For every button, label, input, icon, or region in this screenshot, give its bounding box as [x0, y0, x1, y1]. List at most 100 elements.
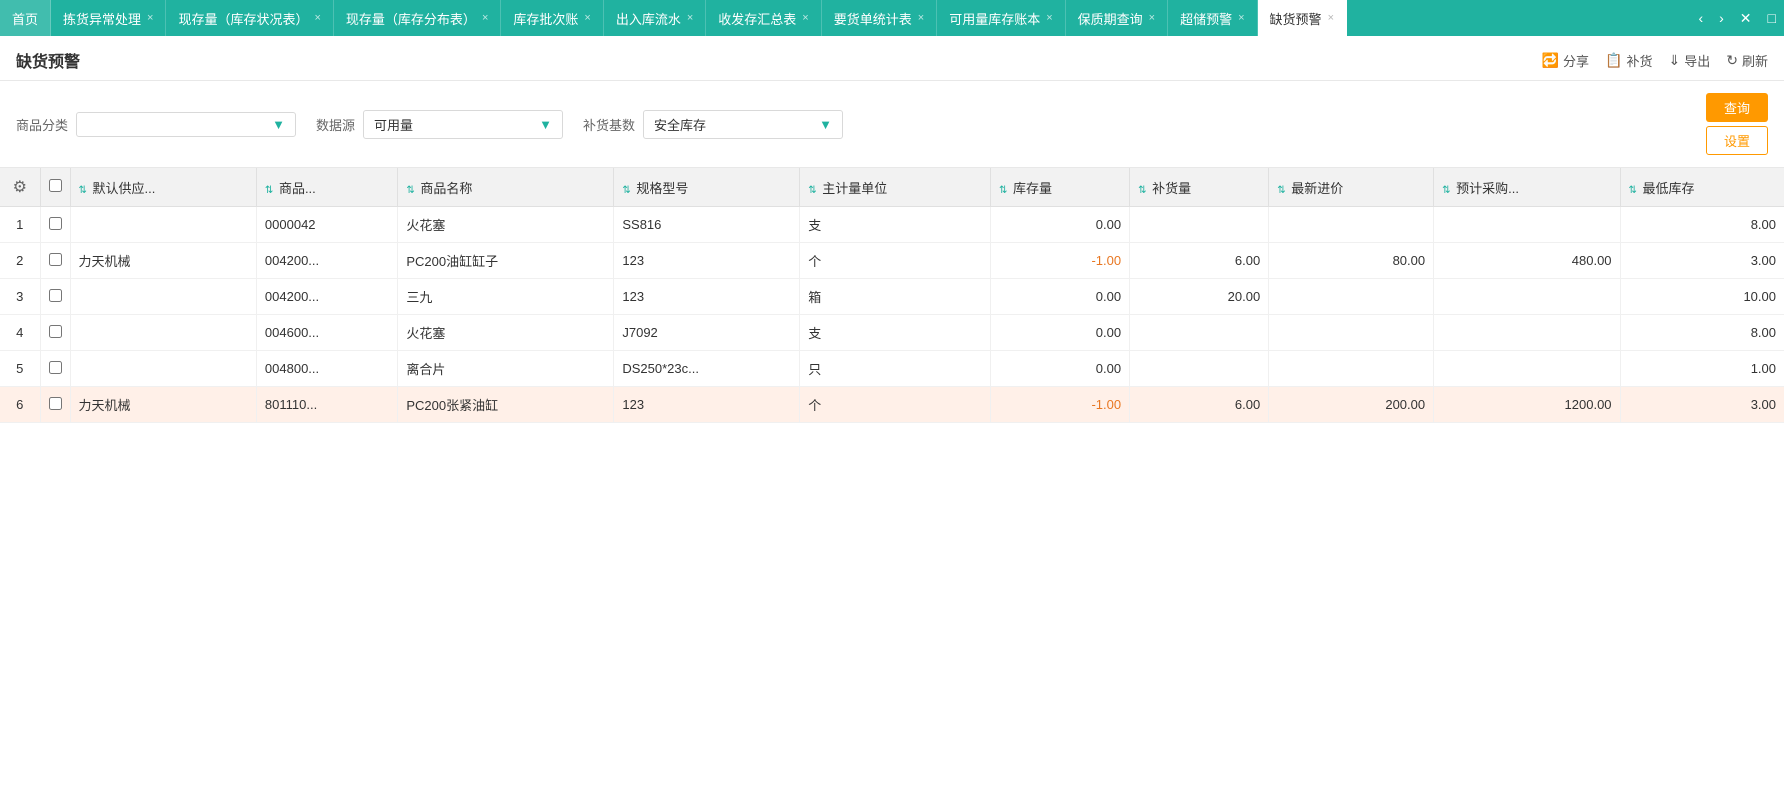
- close-tab-stock-status[interactable]: ×: [314, 12, 320, 24]
- row-min-stock: 3.00: [1620, 243, 1784, 279]
- header-actions: 🔁 分享 📋 补货 ⇓ 导出 ↻ 刷新: [1542, 51, 1768, 70]
- tab-scroll-right[interactable]: ›: [1711, 10, 1732, 26]
- row-index: 2: [0, 243, 40, 279]
- row-checkbox[interactable]: [49, 361, 62, 374]
- row-latest-price: [1269, 279, 1434, 315]
- row-checkbox-cell[interactable]: [40, 207, 70, 243]
- row-latest-price: [1269, 315, 1434, 351]
- row-checkbox-cell[interactable]: [40, 315, 70, 351]
- row-est-purchase: [1434, 279, 1620, 315]
- th-supplier[interactable]: ⇅ 默认供应...: [70, 168, 256, 207]
- close-tab-summary[interactable]: ×: [802, 12, 808, 24]
- tab-available[interactable]: 可用量库存账本 ×: [937, 0, 1065, 36]
- row-checkbox-cell[interactable]: [40, 279, 70, 315]
- tab-batch[interactable]: 库存批次账 ×: [501, 0, 603, 36]
- tab-bar: 首页 拣货异常处理 × 现存量（库存状况表） × 现存量（库存分布表） × 库存…: [0, 0, 1784, 36]
- row-checkbox-cell[interactable]: [40, 387, 70, 423]
- row-checkbox-cell[interactable]: [40, 243, 70, 279]
- th-code[interactable]: ⇅ 商品...: [256, 168, 397, 207]
- tab-home[interactable]: 首页: [0, 0, 51, 36]
- tab-shortage[interactable]: 缺货预警 ×: [1258, 0, 1347, 36]
- th-unit[interactable]: ⇅ 主计量单位: [800, 168, 991, 207]
- data-table: ⚙ ⇅ 默认供应... ⇅ 商品... ⇅ 商品名称: [0, 168, 1784, 423]
- select-all-checkbox[interactable]: [49, 179, 62, 192]
- row-latest-price: [1269, 351, 1434, 387]
- row-stock: 0.00: [991, 279, 1130, 315]
- share-icon: 🔁: [1542, 52, 1559, 69]
- row-unit: 支: [800, 207, 991, 243]
- query-button[interactable]: 查询: [1706, 93, 1768, 122]
- row-est-purchase: [1434, 351, 1620, 387]
- tab-flow[interactable]: 出入库流水 ×: [604, 0, 706, 36]
- th-min-stock[interactable]: ⇅ 最低库存: [1620, 168, 1784, 207]
- row-name: PC200张紧油缸: [398, 387, 614, 423]
- settings-button[interactable]: 设置: [1706, 126, 1768, 155]
- page-content: 缺货预警 🔁 分享 📋 补货 ⇓ 导出 ↻ 刷新 商品分类: [0, 36, 1784, 796]
- tab-summary[interactable]: 收发存汇总表 ×: [706, 0, 821, 36]
- row-checkbox[interactable]: [49, 325, 62, 338]
- category-filter-group: 商品分类 ▼: [16, 112, 296, 137]
- tab-stock-dist[interactable]: 现存量（库存分布表） ×: [334, 0, 501, 36]
- tab-expiry[interactable]: 保质期查询 ×: [1066, 0, 1168, 36]
- row-checkbox[interactable]: [49, 253, 62, 266]
- th-spec[interactable]: ⇅ 规格型号: [614, 168, 800, 207]
- th-est-purchase[interactable]: ⇅ 预计采购...: [1434, 168, 1620, 207]
- row-checkbox-cell[interactable]: [40, 351, 70, 387]
- tab-overstock[interactable]: 超储预警 ×: [1168, 0, 1257, 36]
- row-latest-price: 80.00: [1269, 243, 1434, 279]
- tab-maximize[interactable]: □: [1760, 10, 1784, 26]
- datasource-select[interactable]: 可用量 ▼: [363, 110, 563, 139]
- th-replenish[interactable]: ⇅ 补货量: [1130, 168, 1269, 207]
- tab-scroll-left[interactable]: ‹: [1690, 10, 1711, 26]
- export-button[interactable]: ⇓ 导出: [1669, 51, 1711, 70]
- table-header-row: ⚙ ⇅ 默认供应... ⇅ 商品... ⇅ 商品名称: [0, 168, 1784, 207]
- row-checkbox[interactable]: [49, 217, 62, 230]
- th-name[interactable]: ⇅ 商品名称: [398, 168, 614, 207]
- replenish-base-select[interactable]: 安全库存 ▼: [643, 110, 843, 139]
- est-purchase-sort-icon: ⇅: [1442, 185, 1450, 196]
- row-stock: 0.00: [991, 315, 1130, 351]
- th-checkbox[interactable]: [40, 168, 70, 207]
- row-spec: 123: [614, 279, 800, 315]
- row-spec: 123: [614, 387, 800, 423]
- replenish-button[interactable]: 📋 补货: [1605, 51, 1652, 70]
- row-name: 火花塞: [398, 315, 614, 351]
- tab-close-all[interactable]: ✕: [1732, 10, 1760, 27]
- replenish-base-value: 安全库存: [654, 115, 706, 134]
- close-tab-order-stats[interactable]: ×: [918, 12, 924, 24]
- row-code: 0000042: [256, 207, 397, 243]
- close-tab-overstock[interactable]: ×: [1238, 12, 1244, 24]
- th-gear[interactable]: ⚙: [0, 168, 40, 207]
- tab-nav-buttons: ‹ › ✕ □: [1690, 10, 1784, 27]
- tab-stock-status[interactable]: 现存量（库存状况表） ×: [166, 0, 333, 36]
- row-min-stock: 1.00: [1620, 351, 1784, 387]
- row-spec: DS250*23c...: [614, 351, 800, 387]
- th-stock[interactable]: ⇅ 库存量: [991, 168, 1130, 207]
- close-tab-batch[interactable]: ×: [584, 12, 590, 24]
- row-name: 三九: [398, 279, 614, 315]
- row-unit: 箱: [800, 279, 991, 315]
- close-tab-shortage[interactable]: ×: [1328, 12, 1334, 24]
- refresh-button[interactable]: ↻ 刷新: [1726, 51, 1768, 70]
- close-tab-available[interactable]: ×: [1046, 12, 1052, 24]
- table-row: 6 力天机械 801110... PC200张紧油缸 123 个 -1.00 6…: [0, 387, 1784, 423]
- row-checkbox[interactable]: [49, 289, 62, 302]
- th-latest-price[interactable]: ⇅ 最新进价: [1269, 168, 1434, 207]
- close-tab-picking[interactable]: ×: [147, 12, 153, 24]
- close-tab-expiry[interactable]: ×: [1149, 12, 1155, 24]
- close-tab-stock-dist[interactable]: ×: [482, 12, 488, 24]
- row-min-stock: 10.00: [1620, 279, 1784, 315]
- tab-order-stats[interactable]: 要货单统计表 ×: [822, 0, 937, 36]
- close-tab-flow[interactable]: ×: [687, 12, 693, 24]
- page-title: 缺货预警: [16, 48, 80, 72]
- row-replenish: [1130, 207, 1269, 243]
- code-sort-icon: ⇅: [265, 185, 273, 196]
- row-spec: 123: [614, 243, 800, 279]
- gear-icon[interactable]: ⚙: [13, 179, 27, 196]
- page-header: 缺货预警 🔁 分享 📋 补货 ⇓ 导出 ↻ 刷新: [0, 36, 1784, 81]
- row-checkbox[interactable]: [49, 397, 62, 410]
- share-button[interactable]: 🔁 分享: [1542, 51, 1589, 70]
- category-select[interactable]: ▼: [76, 112, 296, 137]
- datasource-filter-group: 数据源 可用量 ▼: [316, 110, 563, 139]
- tab-picking[interactable]: 拣货异常处理 ×: [51, 0, 166, 36]
